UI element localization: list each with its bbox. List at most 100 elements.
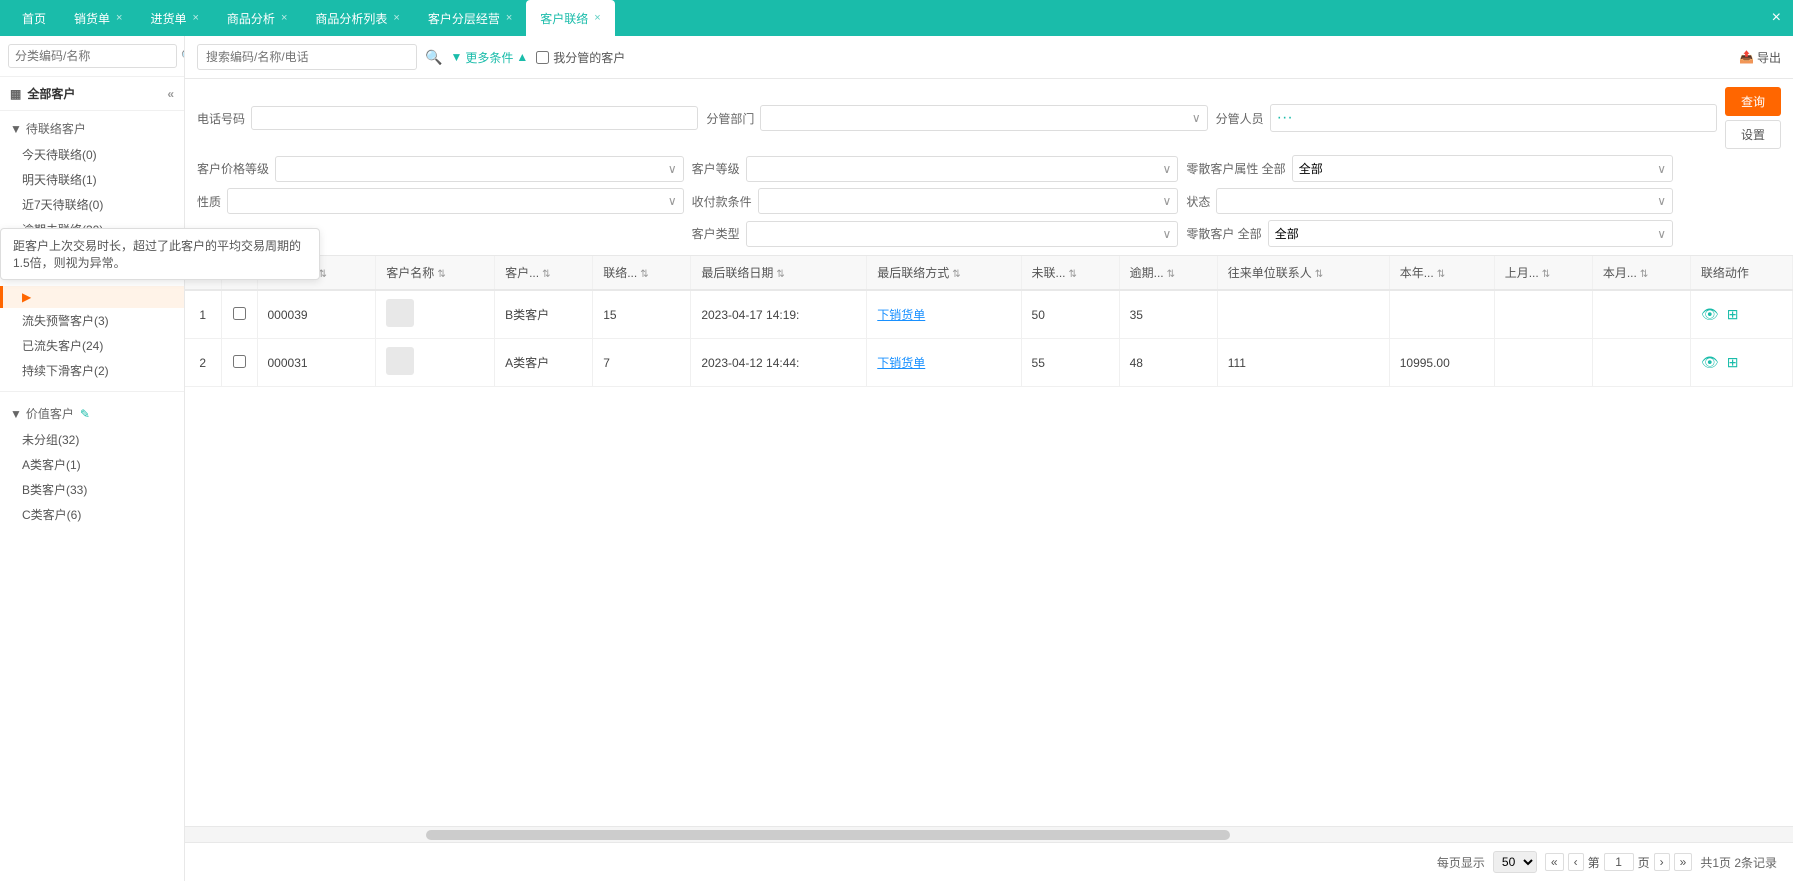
col-last-month: 上月...⇅: [1494, 256, 1592, 290]
sort-icon-name[interactable]: ⇅: [437, 269, 445, 280]
scroll-thumb[interactable]: [426, 830, 1230, 840]
sidebar-item-class-c[interactable]: C类客户(6): [0, 502, 184, 527]
filter-row-2: 客户价格等级 ∨ 客户等级 ∨ 零散客户属性 全部 全部 ∨: [197, 155, 1781, 182]
last-page-button[interactable]: »: [1674, 853, 1693, 871]
arrow-icon-3: ▼: [10, 407, 22, 421]
nature-select[interactable]: ∨: [227, 188, 684, 214]
table-row: 1 000039 B类客户 15 2023-04-17 14:19: 下销货单 …: [185, 290, 1793, 339]
dept-select[interactable]: ∨: [760, 105, 1207, 131]
phone-input[interactable]: [251, 106, 698, 130]
nav-item-purchase[interactable]: 进货单 ×: [136, 0, 212, 36]
sidebar-item-warning[interactable]: 流失预警客户(3): [0, 308, 184, 333]
search-input[interactable]: [197, 44, 417, 70]
row1-select-checkbox[interactable]: [233, 307, 246, 320]
nav-item-sales[interactable]: 销货单 ×: [60, 0, 136, 36]
export-button[interactable]: 📤 导出: [1739, 49, 1781, 66]
search-button[interactable]: 🔍: [425, 49, 442, 66]
price-grade-select[interactable]: ∨: [275, 156, 684, 182]
sort-icon-type[interactable]: ⇅: [542, 269, 550, 280]
sidebar-search-input[interactable]: [8, 44, 177, 68]
row1-grid-icon[interactable]: ⊞: [1727, 306, 1739, 323]
close-customer-tier-tab[interactable]: ×: [506, 12, 512, 24]
arrow-icon: ▼: [10, 122, 22, 136]
nav-item-customer-tier[interactable]: 客户分层经营 ×: [414, 0, 526, 36]
close-purchase-tab[interactable]: ×: [192, 12, 198, 24]
close-product-list-tab[interactable]: ×: [393, 12, 399, 24]
cust-type-select[interactable]: ∨: [746, 221, 1179, 247]
sidebar-collapse-icon[interactable]: «: [167, 87, 174, 101]
payment-select[interactable]: ∨: [758, 188, 1179, 214]
sort-icon-unit-contact[interactable]: ⇅: [1315, 269, 1323, 280]
close-customer-contact-tab[interactable]: ×: [594, 12, 600, 24]
row2-grid-icon[interactable]: ⊞: [1727, 354, 1739, 371]
sidebar-section-value-title[interactable]: ▼ 价值客户 ✎: [0, 400, 184, 427]
close-sales-tab[interactable]: ×: [116, 12, 122, 24]
filter-cell-payment: 收付款条件 ∨: [692, 188, 1179, 214]
chevron-down-icon-3: ∨: [1163, 162, 1172, 176]
sort-icon-contact[interactable]: ⇅: [640, 269, 648, 280]
person-label: 分管人员: [1216, 110, 1264, 127]
my-customers-checkbox[interactable]: [536, 51, 549, 64]
sidebar-item-tomorrow[interactable]: 明天待联络(1): [0, 167, 184, 192]
edit-icon[interactable]: ✎: [80, 407, 90, 421]
settings-button[interactable]: 设置: [1725, 120, 1781, 149]
retail-select[interactable]: 全部 ∨: [1268, 220, 1673, 247]
sidebar-item-ungroup[interactable]: 未分组(32): [0, 427, 184, 452]
sidebar-item-declining[interactable]: 持续下滑客户(2): [0, 358, 184, 383]
sidebar-item-class-a[interactable]: A类客户(1): [0, 452, 184, 477]
nav-item-product-list[interactable]: 商品分析列表 ×: [301, 0, 413, 36]
window-close-button[interactable]: ×: [1772, 9, 1781, 27]
row2-select-checkbox[interactable]: [233, 355, 246, 368]
filter-cell-phone: 电话号码: [197, 106, 698, 130]
row2-view-icon[interactable]: 👁: [1701, 354, 1719, 371]
row1-uncontacted: 50: [1021, 290, 1119, 339]
first-page-button[interactable]: «: [1545, 853, 1564, 871]
more-conditions-toggle[interactable]: ▼ 更多条件 ▲: [450, 49, 528, 66]
retail-label: 零散客户 全部: [1186, 225, 1261, 242]
my-customers-checkbox-label[interactable]: 我分管的客户: [536, 49, 625, 66]
close-product-analysis-tab[interactable]: ×: [281, 12, 287, 24]
sidebar-item-lost[interactable]: 已流失客户(24): [0, 333, 184, 358]
col-last-date: 最后联络日期⇅: [691, 256, 867, 290]
customer-table: ⚙ 客户编码⇅ 客户名称⇅ 客户...⇅ 联络...⇅ 最后联络日期⇅ 最后联络…: [185, 256, 1793, 387]
status-select[interactable]: ∨: [1216, 188, 1673, 214]
row2-name-image: [386, 347, 414, 375]
sort-icon-uncontacted[interactable]: ⇅: [1069, 269, 1077, 280]
horizontal-scrollbar[interactable]: [185, 826, 1793, 842]
person-select[interactable]: ···: [1270, 104, 1717, 132]
advanced-filters: 电话号码 分管部门 ∨ 分管人员 ··· 查询 设置: [185, 79, 1793, 256]
sidebar-section-value: ▼ 价值客户 ✎ 未分组(32) A类客户(1) B类客户(33) C类客户(6…: [0, 396, 184, 531]
filter-bar: 🔍 ▼ 更多条件 ▲ 我分管的客户 📤 导出: [185, 36, 1793, 79]
filter-cell-dept: 分管部门 ∨: [706, 105, 1207, 131]
sort-icon-last-method[interactable]: ⇅: [952, 269, 960, 280]
sidebar-item-class-b[interactable]: B类客户(33): [0, 477, 184, 502]
next-page-button[interactable]: ›: [1654, 853, 1670, 871]
table-area: ⚙ 客户编码⇅ 客户名称⇅ 客户...⇅ 联络...⇅ 最后联络日期⇅ 最后联络…: [185, 256, 1793, 826]
sidebar-item-abnormal-active[interactable]: ▶: [0, 286, 184, 308]
nav-item-home[interactable]: 首页: [8, 0, 60, 36]
prev-page-button[interactable]: ‹: [1568, 853, 1584, 871]
chevron-down-icon-4: ∨: [1657, 162, 1666, 176]
page-size-select[interactable]: 50: [1493, 851, 1537, 873]
cust-grade-select[interactable]: ∨: [746, 156, 1179, 182]
sort-icon-this-month[interactable]: ⇅: [1640, 269, 1648, 280]
row2-actions: 👁 ⊞: [1690, 339, 1792, 387]
retail-attr-select[interactable]: 全部 ∨: [1292, 155, 1673, 182]
nav-item-customer-contact[interactable]: 客户联络 ×: [526, 0, 614, 36]
grid-icon: ▦: [10, 87, 21, 101]
filter-cell-status: 状态 ∨: [1186, 188, 1673, 214]
sort-icon-last-month[interactable]: ⇅: [1542, 269, 1550, 280]
current-page-input[interactable]: 1: [1604, 853, 1634, 871]
sidebar-item-today[interactable]: 今天待联络(0): [0, 142, 184, 167]
nav-item-product-analysis[interactable]: 商品分析 ×: [213, 0, 301, 36]
sort-icon-last-date[interactable]: ⇅: [776, 269, 784, 280]
sidebar-section-pending-title[interactable]: ▼ 待联络客户: [0, 115, 184, 142]
dots-icon[interactable]: ···: [1277, 109, 1293, 127]
query-button[interactable]: 查询: [1725, 87, 1781, 116]
sort-icon-this-year[interactable]: ⇅: [1437, 269, 1445, 280]
sort-icon-overdue[interactable]: ⇅: [1167, 269, 1175, 280]
row1-view-icon[interactable]: 👁: [1701, 306, 1719, 323]
sidebar-search-area: 🔍: [0, 36, 184, 77]
row1-name-image: [386, 299, 414, 327]
sidebar-item-7days[interactable]: 近7天待联络(0): [0, 192, 184, 217]
